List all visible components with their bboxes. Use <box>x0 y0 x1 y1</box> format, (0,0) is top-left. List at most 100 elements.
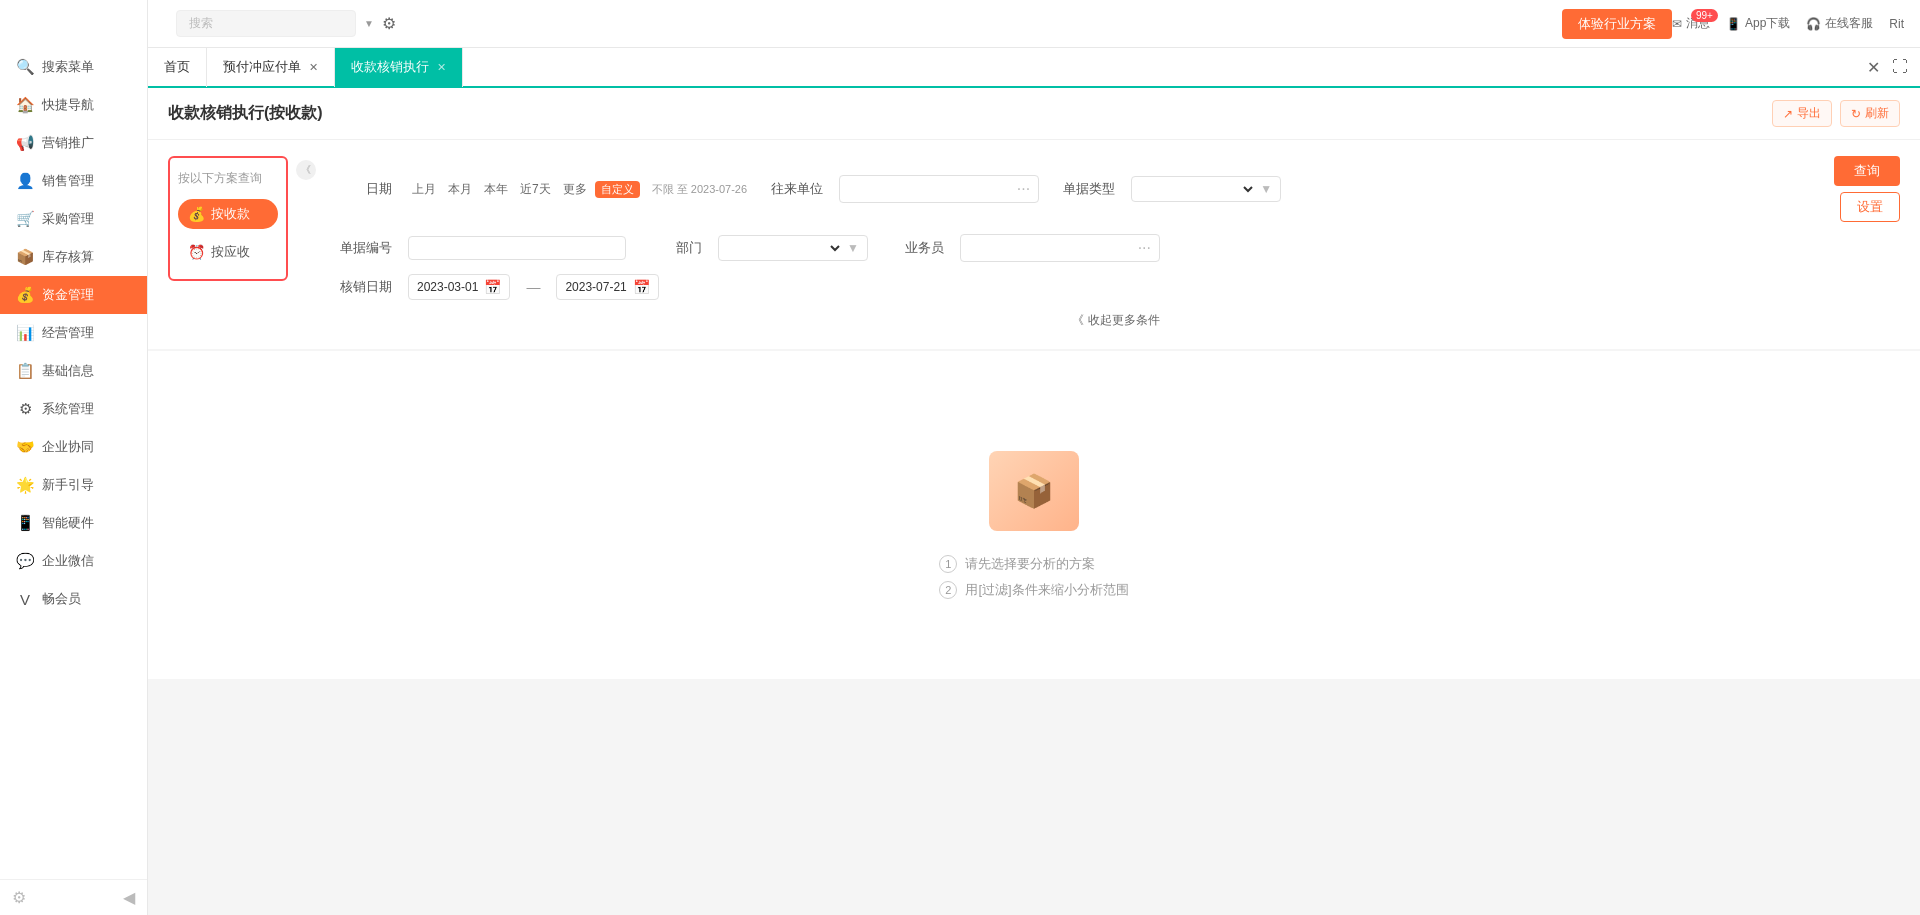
dept-label: 部门 <box>642 239 702 257</box>
collapse-more-button[interactable]: 《 收起更多条件 <box>1072 312 1160 329</box>
sidebar-item-search[interactable]: 🔍搜索菜单 <box>0 48 147 86</box>
user-name[interactable]: Rit <box>1889 17 1904 31</box>
date-this-month[interactable]: 本月 <box>444 179 476 200</box>
phone-icon: 📱 <box>1726 17 1741 31</box>
sidebar-item-marketing[interactable]: 📢营销推广 <box>0 124 147 162</box>
date-custom-badge[interactable]: 自定义 <box>595 181 640 198</box>
date-last-month[interactable]: 上月 <box>408 179 440 200</box>
date-hint: 不限 至 2023-07-26 <box>652 182 747 197</box>
sidebar-item-inventory[interactable]: 📦库存核算 <box>0 238 147 276</box>
tab-home[interactable]: 首页 <box>148 47 207 87</box>
partner-select-icon[interactable]: ··· <box>1017 180 1030 198</box>
settings-button[interactable]: 设置 <box>1840 192 1900 222</box>
finance-icon: 💰 <box>16 286 34 304</box>
sidebar-item-member[interactable]: V畅会员 <box>0 580 147 618</box>
search-placeholder: 搜索 <box>189 16 213 30</box>
app-download-button[interactable]: 📱 App下载 <box>1726 15 1790 32</box>
quick-nav-icon: 🏠 <box>16 96 34 114</box>
header-search-area: 搜索 ▼ ⚙ <box>164 10 1562 37</box>
doc-type-select[interactable] <box>1140 181 1256 197</box>
tab-collection-close-icon[interactable]: ✕ <box>437 61 446 74</box>
tab-prepay[interactable]: 预付冲应付单 ✕ <box>207 47 335 87</box>
inventory-icon: 📦 <box>16 248 34 266</box>
sidebar-item-finance[interactable]: 💰 资金管理 <box>0 276 147 314</box>
sidebar-item-purchase[interactable]: 🛒采购管理 <box>0 200 147 238</box>
sidebar-item-label-guide: 新手引导 <box>42 476 94 494</box>
verify-date-label: 核销日期 <box>332 278 392 296</box>
staff-label: 业务员 <box>884 239 944 257</box>
sidebar-item-basic-info[interactable]: 📋 基础信息 <box>0 352 147 390</box>
gear-icon[interactable]: ⚙ <box>382 14 396 33</box>
dropdown-arrow-icon[interactable]: ▼ <box>364 18 374 29</box>
filter-option-by-receivable[interactable]: ⏰ 按应收 <box>178 237 278 267</box>
calendar-end-icon[interactable]: 📅 <box>633 279 650 295</box>
sidebar-item-label-purchase: 采购管理 <box>42 210 94 228</box>
tab-close-all-icon[interactable]: ✕ <box>1863 54 1884 81</box>
sidebar-item-quick-nav[interactable]: 🏠快捷导航 <box>0 86 147 124</box>
service-label: 在线客服 <box>1825 15 1873 32</box>
settings-bottom-icon[interactable]: ⚙ <box>12 888 26 907</box>
verify-date-end-value[interactable]: 2023-07-21 <box>565 280 626 294</box>
top-header: 畅 畅捷通好生意 标准版 搜索 ▼ ⚙ 体验行业方案 ✉ 消息 99+ 📱 Ap… <box>0 0 1920 48</box>
sidebar-item-wechat[interactable]: 💬企业微信 <box>0 542 147 580</box>
query-button[interactable]: 查询 <box>1834 156 1900 186</box>
industry-button[interactable]: 体验行业方案 <box>1562 9 1672 39</box>
empty-hint-1: 1 请先选择要分析的方案 <box>939 555 1128 573</box>
empty-hint-2-text: 用[过滤]条件来缩小分析范围 <box>965 581 1128 599</box>
date-more[interactable]: 更多 <box>559 179 591 200</box>
export-button[interactable]: ↗ 导出 <box>1772 100 1832 127</box>
page-header-actions: ↗ 导出 ↻ 刷新 <box>1772 100 1900 127</box>
sidebar-item-label-finance: 资金管理 <box>42 286 94 304</box>
sidebar-item-system[interactable]: ⚙系统管理 <box>0 390 147 428</box>
export-label: 导出 <box>1797 105 1821 122</box>
staff-input[interactable] <box>969 241 1134 255</box>
page-header: 收款核销执行(按收款) ↗ 导出 ↻ 刷新 <box>148 88 1920 140</box>
calendar-start-icon[interactable]: 📅 <box>484 279 501 295</box>
doc-no-input[interactable] <box>417 241 617 255</box>
staff-select-icon[interactable]: ··· <box>1138 239 1151 257</box>
basic-info-icon: 📋 <box>16 362 34 380</box>
collapse-filter-sidebar-button[interactable]: 《 <box>296 160 316 180</box>
sidebar-item-enterprise[interactable]: 🤝企业协同 <box>0 428 147 466</box>
doc-type-select-wrap: ▼ <box>1131 176 1281 202</box>
receivable-icon: ⏰ <box>188 244 205 260</box>
dept-chevron-icon: ▼ <box>847 241 859 255</box>
member-icon: V <box>16 591 34 608</box>
message-button[interactable]: ✉ 消息 99+ <box>1672 15 1710 32</box>
verify-date-end-input: 2023-07-21 📅 <box>556 274 658 300</box>
header-right: ✉ 消息 99+ 📱 App下载 🎧 在线客服 Rit <box>1672 15 1904 32</box>
sidebar-item-label-business: 经营管理 <box>42 324 94 342</box>
tab-expand-icon[interactable]: ⛶ <box>1888 54 1912 80</box>
collapse-sidebar-icon[interactable]: ◀ <box>123 888 135 907</box>
dept-select-wrap: ▼ <box>718 235 868 261</box>
filter-row-2: 单据编号 部门 ▼ 业务员 ··· <box>332 234 1900 262</box>
sidebar-item-business[interactable]: 📊经营管理 <box>0 314 147 352</box>
page-title: 收款核销执行(按收款) <box>168 103 323 124</box>
refresh-button[interactable]: ↻ 刷新 <box>1840 100 1900 127</box>
filter-row-3: 核销日期 2023-03-01 📅 — 2023-07-21 📅 <box>332 274 1900 300</box>
filter-area: 按以下方案查询 💰 按收款 ⏰ 按应收 《 日期 上月 <box>148 140 1920 349</box>
doc-type-chevron-icon: ▼ <box>1260 182 1272 196</box>
date-this-year[interactable]: 本年 <box>480 179 512 200</box>
tab-prepay-close-icon[interactable]: ✕ <box>309 61 318 74</box>
verify-date-start-value[interactable]: 2023-03-01 <box>417 280 478 294</box>
filter-option-by-receipt[interactable]: 💰 按收款 <box>178 199 278 229</box>
sidebar-item-sales[interactable]: 👤销售管理 <box>0 162 147 200</box>
header-search-box[interactable]: 搜索 <box>176 10 356 37</box>
sidebar-item-label-basic-info: 基础信息 <box>42 362 94 380</box>
filter-date-group: 上月 本月 本年 近7天 更多 自定义 不限 至 2023-07-26 <box>408 179 747 200</box>
empty-state: 📦 1 请先选择要分析的方案 2 用[过滤]条件来缩小分析范围 <box>148 351 1920 679</box>
sidebar-item-label-wechat: 企业微信 <box>42 552 94 570</box>
online-service-button[interactable]: 🎧 在线客服 <box>1806 15 1873 32</box>
partner-input[interactable] <box>848 182 1013 196</box>
partner-input-wrap: ··· <box>839 175 1039 203</box>
sidebar-item-label-marketing: 营销推广 <box>42 134 94 152</box>
doc-no-label: 单据编号 <box>332 239 392 257</box>
sidebar-item-guide[interactable]: 🌟新手引导 <box>0 466 147 504</box>
tab-collection[interactable]: 收款核销执行 ✕ <box>335 47 463 87</box>
date-last-7-days[interactable]: 近7天 <box>516 179 555 200</box>
empty-hint-1-text: 请先选择要分析的方案 <box>965 555 1095 573</box>
sidebar-item-smart-hw[interactable]: 📱智能硬件 <box>0 504 147 542</box>
sidebar-item-label-search: 搜索菜单 <box>42 58 94 76</box>
dept-select[interactable] <box>727 240 843 256</box>
